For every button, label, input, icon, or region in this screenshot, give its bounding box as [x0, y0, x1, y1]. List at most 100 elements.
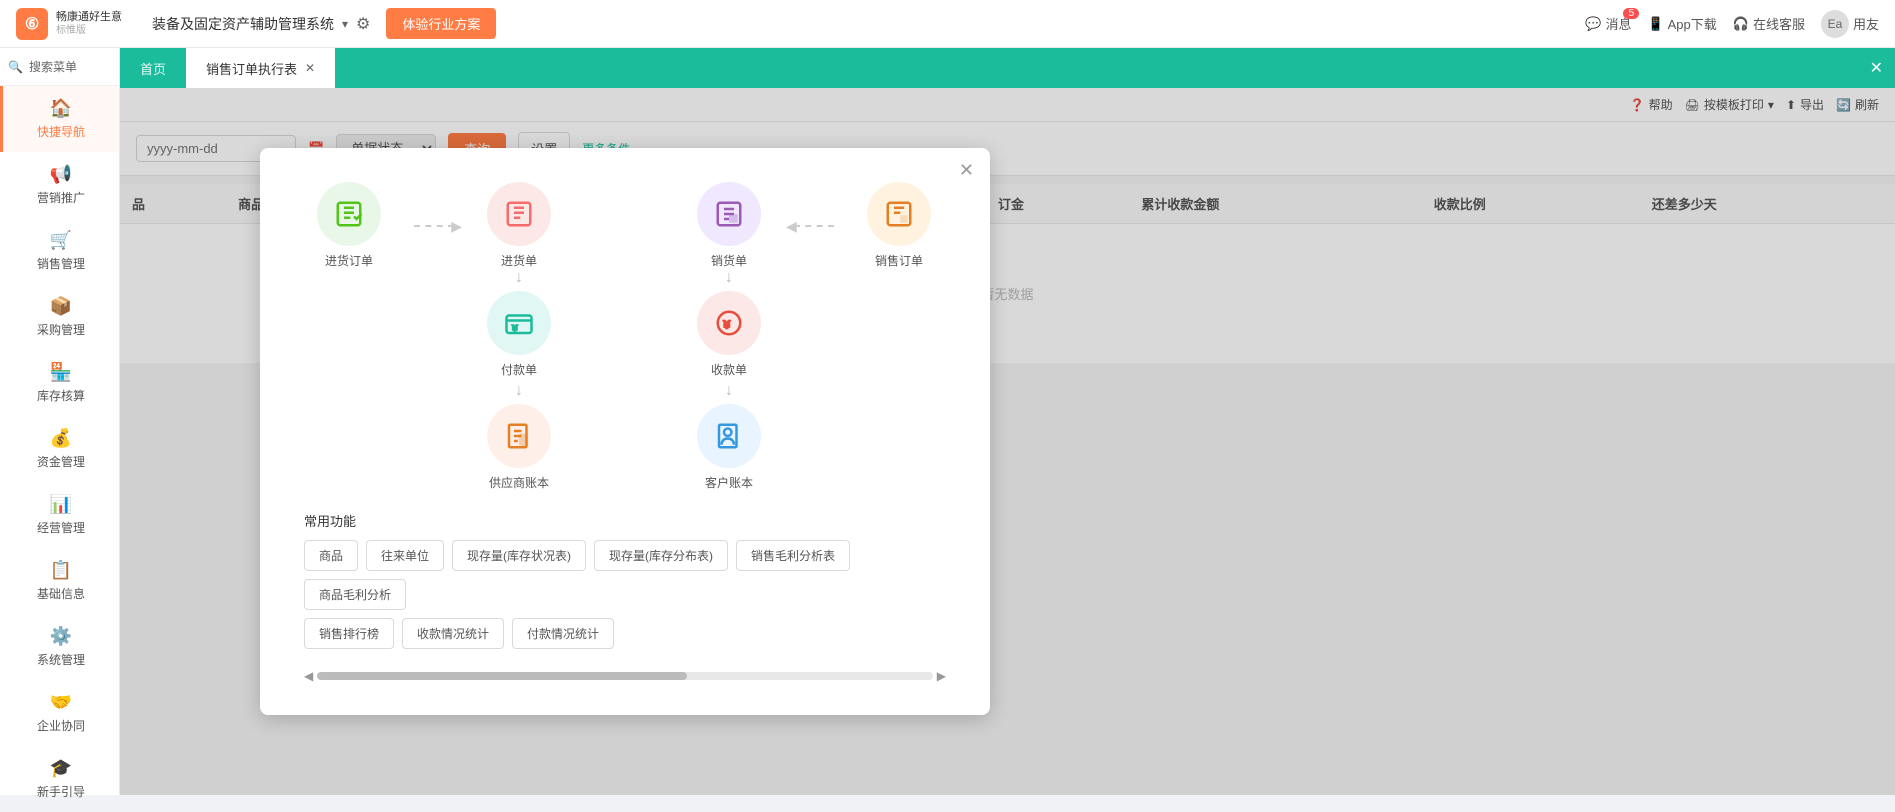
- app-download-button[interactable]: 📱 App下载: [1647, 14, 1716, 33]
- cf-btn-stock-status[interactable]: 现存量(库存状况表): [452, 540, 586, 571]
- system-title: 装备及固定资产辅助管理系统 ▾ ⚙ 体验行业方案: [152, 8, 1585, 39]
- modal-box: ✕ 进货订单 ▶: [260, 148, 990, 715]
- trial-button[interactable]: 体验行业方案: [386, 8, 496, 39]
- sidebar-label-quick-nav: 快捷导航: [37, 123, 85, 140]
- flow-row-3: 供应商账本 客户账本: [284, 400, 966, 495]
- search-icon: 🔍: [8, 60, 23, 74]
- sidebar-item-inventory[interactable]: 🏪 库存核算: [0, 350, 119, 416]
- cf-btn-product-profit[interactable]: 商品毛利分析: [304, 579, 406, 610]
- arrow-sb-to-so: ◀: [784, 225, 844, 227]
- download-icon: 📱: [1647, 16, 1663, 32]
- flow-node-sale-bill: 销货单: [674, 182, 784, 269]
- sidebar-item-enterprise[interactable]: 🤝 企业协同: [0, 680, 119, 746]
- sales-icon: 🛒: [50, 230, 72, 251]
- cf-btn-stock-dist[interactable]: 现存量(库存分布表): [594, 540, 728, 571]
- cf-btn-product[interactable]: 商品: [304, 540, 358, 571]
- flow-node-purchase-bill: 进货单: [464, 182, 574, 269]
- v-arrow-row-2: ↓ ↓: [284, 382, 966, 400]
- tab-home-label: 首页: [140, 59, 166, 78]
- modal-close-button[interactable]: ✕: [959, 160, 974, 181]
- cf-btn-payment-stats[interactable]: 付款情况统计: [512, 618, 614, 649]
- sale-order-button[interactable]: [867, 182, 931, 246]
- cf-btn-receipt-stats[interactable]: 收款情况统计: [402, 618, 504, 649]
- message-badge: 5: [1623, 8, 1639, 19]
- cf-btn-partner[interactable]: 往来单位: [366, 540, 444, 571]
- sale-bill-button[interactable]: [697, 182, 761, 246]
- payment-bill-button[interactable]: ¥: [487, 291, 551, 355]
- sidebar-label-purchase: 采购管理: [37, 321, 85, 338]
- sidebar-label-base-info: 基础信息: [37, 585, 85, 602]
- operations-icon: 📊: [50, 494, 72, 515]
- scrollbar-row: ◀ ▶: [284, 665, 966, 691]
- supplier-ledger-button[interactable]: [487, 404, 551, 468]
- finance-icon: 💰: [50, 428, 72, 449]
- sidebar-item-sales[interactable]: 🛒 销售管理: [0, 218, 119, 284]
- receipt-bill-label: 收款单: [711, 361, 747, 378]
- v-arrow-rec: ↓: [674, 382, 784, 400]
- tab-sales-order-label: 销售订单执行表: [206, 59, 297, 78]
- sidebar-label-system: 系统管理: [37, 651, 85, 668]
- purchase-bill-button[interactable]: [487, 182, 551, 246]
- tab-close-icon[interactable]: ✕: [305, 61, 315, 75]
- svg-text:¥: ¥: [513, 324, 518, 333]
- sidebar-item-marketing[interactable]: 📢 营销推广: [0, 152, 119, 218]
- logo-icon: ⑥: [16, 8, 48, 40]
- common-functions-buttons: 商品 往来单位 现存量(库存状况表) 现存量(库存分布表) 销售毛利分析表 商品…: [304, 540, 946, 610]
- cf-btn-sales-rank[interactable]: 销售排行榜: [304, 618, 394, 649]
- flow-node-payment: ¥ 付款单: [464, 291, 574, 378]
- avatar: Ea: [1821, 10, 1849, 38]
- sidebar-label-finance: 资金管理: [37, 453, 85, 470]
- common-functions-section: 常用功能 商品 往来单位 现存量(库存状况表) 现存量(库存分布表) 销售毛利分…: [284, 495, 966, 665]
- receipt-bill-button[interactable]: ¥: [697, 291, 761, 355]
- tab-home[interactable]: 首页: [120, 48, 186, 88]
- system-dropdown-button[interactable]: ▾: [342, 17, 348, 31]
- main-layout: 🔍 搜索菜单 🏠 快捷导航 📢 营销推广 🛒 销售管理 📦 采购管理 🏪 库存核…: [0, 48, 1895, 795]
- page-content: ❓ 帮助 🖨 按模板打印 ▾ ⬆ 导出 🔄 刷新: [120, 88, 1895, 795]
- purchase-bill-label: 进货单: [501, 252, 537, 269]
- customer-ledger-button[interactable]: [697, 404, 761, 468]
- cf-btn-sales-profit[interactable]: 销售毛利分析表: [736, 540, 850, 571]
- arrow-po-to-pb: ▶: [404, 225, 464, 227]
- sidebar-item-base-info[interactable]: 📋 基础信息: [0, 548, 119, 614]
- sidebar: 🔍 搜索菜单 🏠 快捷导航 📢 营销推广 🛒 销售管理 📦 采购管理 🏪 库存核…: [0, 48, 120, 795]
- scroll-track[interactable]: [317, 672, 933, 680]
- message-icon: 💬: [1585, 16, 1601, 32]
- sidebar-label-guide: 新手引导: [37, 783, 85, 800]
- common-functions-buttons-row2: 销售排行榜 收款情况统计 付款情况统计: [304, 618, 946, 649]
- online-service-button[interactable]: 🎧 在线客服: [1733, 14, 1805, 33]
- message-button[interactable]: 💬 消息 5: [1585, 14, 1631, 33]
- header-right: 💬 消息 5 📱 App下载 🎧 在线客服 Ea 用友: [1585, 10, 1879, 38]
- tab-bar-close-button[interactable]: ✕: [1870, 58, 1883, 78]
- flow-node-sale-order: 销售订单: [844, 182, 954, 269]
- user-menu-button[interactable]: Ea 用友: [1821, 10, 1879, 38]
- marketing-icon: 📢: [50, 164, 72, 185]
- online-service-label: 在线客服: [1753, 14, 1805, 33]
- base-info-icon: 📋: [50, 560, 72, 581]
- scroll-right-button[interactable]: ▶: [937, 669, 946, 683]
- v-arrow-sb: ↓: [674, 269, 784, 287]
- flow-node-customer-ledger: 客户账本: [674, 404, 784, 491]
- purchase-order-button[interactable]: [317, 182, 381, 246]
- scroll-left-button[interactable]: ◀: [304, 669, 313, 683]
- search-menu-button[interactable]: 🔍 搜索菜单: [0, 48, 119, 86]
- sidebar-item-system[interactable]: ⚙️ 系统管理: [0, 614, 119, 680]
- home-icon: 🏠: [50, 98, 72, 119]
- inventory-icon: 🏪: [50, 362, 72, 383]
- flow-node-supplier-ledger: 供应商账本: [464, 404, 574, 491]
- purchase-order-label: 进货订单: [325, 252, 373, 269]
- tab-sales-order[interactable]: 销售订单执行表 ✕: [186, 48, 335, 88]
- system-icon: ⚙️: [50, 626, 72, 647]
- guide-icon: 🎓: [50, 758, 72, 779]
- sidebar-item-operations[interactable]: 📊 经营管理: [0, 482, 119, 548]
- app-download-label: App下载: [1668, 14, 1717, 33]
- sidebar-item-purchase[interactable]: 📦 采购管理: [0, 284, 119, 350]
- v-arrow-pay: ↓: [464, 382, 574, 400]
- sidebar-label-marketing: 营销推广: [37, 189, 85, 206]
- sidebar-item-quick-nav[interactable]: 🏠 快捷导航: [0, 86, 119, 152]
- sidebar-item-finance[interactable]: 💰 资金管理: [0, 416, 119, 482]
- logo-text: 畅康通好生意 标惟版: [56, 10, 122, 37]
- sidebar-item-guide[interactable]: 🎓 新手引导: [0, 746, 119, 812]
- settings-button[interactable]: ⚙: [356, 14, 370, 34]
- scroll-thumb[interactable]: [317, 672, 686, 680]
- content-area: 首页 销售订单执行表 ✕ ✕ ❓ 帮助 🖨 按模板打: [120, 48, 1895, 795]
